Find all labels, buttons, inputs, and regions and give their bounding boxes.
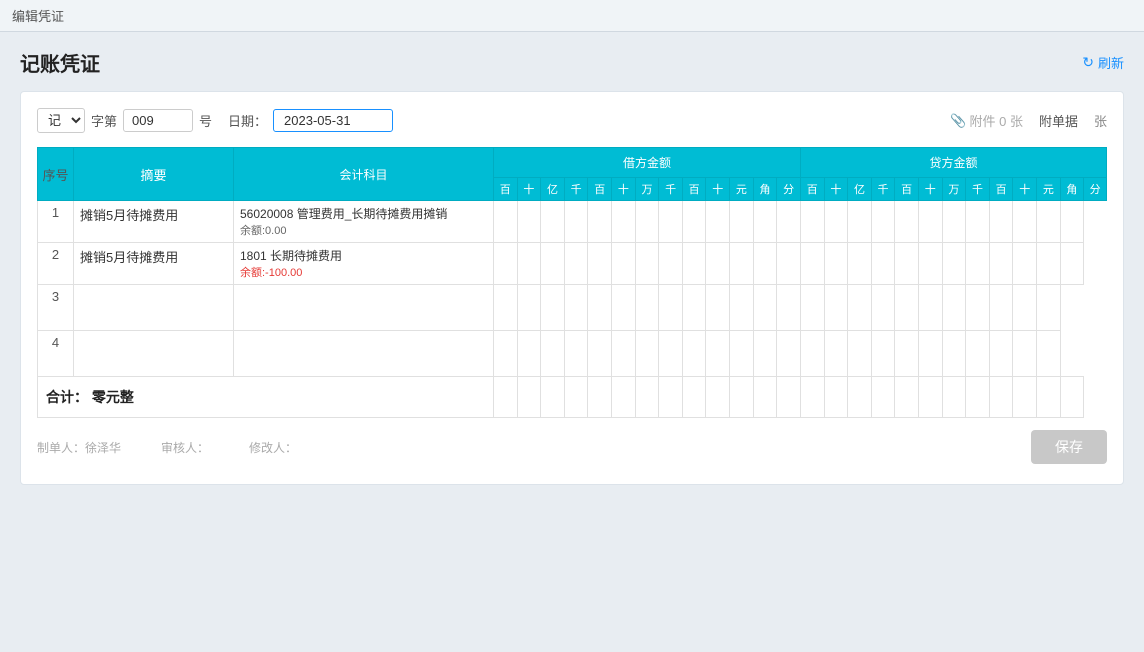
paperclip-icon: 📎 [950,113,966,129]
date-input[interactable] [273,109,393,132]
reviewer-label: 审核人： [161,439,209,456]
th-summary: 摘要 [74,148,234,201]
date-label: 日期： [228,111,267,130]
account-cell[interactable] [234,285,494,331]
table-row: 2 摊销5月待摊费用 1801 长期待摊费用 余额:-100.00 [38,243,1107,285]
main-area: 记账凭证 ↻ 刷新 记 字第 号 日期： [0,32,1144,652]
th-d-bai2: 百 [588,178,612,201]
account-cell[interactable]: 56020008 管理费用_长期待摊费用摊销 余额:0.00 [234,201,494,243]
attachment-area: 📎 附件 0 张 附单据 张 [950,111,1107,130]
th-c-shi2: 十 [918,178,942,201]
table-row: 4 [38,331,1107,377]
th-d-qian2: 千 [659,178,683,201]
th-c-bai1: 百 [800,178,824,201]
th-credit: 贷方金额 [800,148,1106,178]
total-amount: 零元整 [92,389,134,405]
table-row: 3 [38,285,1107,331]
total-label: 合计： [46,389,88,405]
attachment-single-label: 附单据 [1039,111,1078,130]
th-d-shi1: 十 [517,178,541,201]
th-c-fen1: 分 [1084,178,1107,201]
refresh-label: 刷新 [1098,53,1124,72]
th-c-yuan1: 元 [1037,178,1061,201]
summary-cell[interactable]: 摊销5月待摊费用 [74,201,234,243]
th-c-qian1: 千 [871,178,895,201]
title-bar-label: 编辑凭证 [12,9,64,24]
seq-cell: 1 [38,201,74,243]
th-d-yuan1: 元 [730,178,754,201]
th-d-fen1: 分 [777,178,801,201]
th-c-jiao1: 角 [1060,178,1084,201]
table-row: 1 摊销5月待摊费用 56020008 管理费用_长期待摊费用摊销 余额:0.0… [38,201,1107,243]
th-d-yi1: 亿 [541,178,565,201]
form-row: 记 字第 号 日期： 📎 附件 0 张 附单据 张 [37,108,1107,133]
type-select[interactable]: 记 [37,108,85,133]
page-title: 记账凭证 [20,48,100,77]
th-account: 会计科目 [234,148,494,201]
th-d-bai3: 百 [682,178,706,201]
seq-cell: 2 [38,243,74,285]
th-seq: 序号 [38,148,74,201]
refresh-button[interactable]: ↻ 刷新 [1082,53,1124,72]
th-d-qian1: 千 [564,178,588,201]
th-c-shi3: 十 [1013,178,1037,201]
field-label-1: 字第 [91,111,117,130]
summary-cell[interactable] [74,331,234,377]
page-title-row: 记账凭证 ↻ 刷新 [20,48,1124,77]
editor-label: 修改人： [249,439,297,456]
balance-label: 余额:0.00 [240,222,487,238]
th-d-jiao1: 角 [753,178,777,201]
title-bar: 编辑凭证 [0,0,1144,32]
voucher-table: 序号 摘要 会计科目 借方金额 贷方金额 百 十 亿 千 百 十 万 [37,147,1107,418]
th-c-bai2: 百 [895,178,919,201]
account-cell[interactable] [234,331,494,377]
attachment-link[interactable]: 📎 附件 0 张 [950,111,1023,130]
save-button[interactable]: 保存 [1031,430,1107,464]
th-c-shi1: 十 [824,178,848,201]
th-c-wan1: 万 [942,178,966,201]
field-label-2: 号 [199,111,212,130]
voucher-number-input[interactable] [123,109,193,132]
th-c-qian2: 千 [966,178,990,201]
type-group: 记 字第 号 [37,108,212,133]
seq-cell: 3 [38,285,74,331]
attachment-label: 附件 0 张 [970,111,1023,130]
balance-label: 余额:-100.00 [240,264,487,280]
summary-cell[interactable] [74,285,234,331]
refresh-icon: ↻ [1082,54,1094,71]
summary-cell[interactable]: 摊销5月待摊费用 [74,243,234,285]
th-d-bai1: 百 [494,178,518,201]
maker-label: 制单人：徐泽华 [37,439,121,456]
total-row: 合计： 零元整 [38,377,1107,418]
th-c-bai3: 百 [989,178,1013,201]
th-d-shi2: 十 [612,178,636,201]
th-debit: 借方金额 [494,148,801,178]
th-d-wan1: 万 [635,178,659,201]
footer-row: 制单人：徐泽华 审核人： 修改人： 保存 [37,430,1107,464]
account-cell[interactable]: 1801 长期待摊费用 余额:-100.00 [234,243,494,285]
seq-cell: 4 [38,331,74,377]
date-group: 日期： [228,109,393,132]
total-label-cell: 合计： 零元整 [38,377,494,418]
voucher-count: 张 [1094,111,1107,130]
th-d-shi3: 十 [706,178,730,201]
voucher-card: 记 字第 号 日期： 📎 附件 0 张 附单据 张 [20,91,1124,485]
th-c-yi1: 亿 [848,178,872,201]
